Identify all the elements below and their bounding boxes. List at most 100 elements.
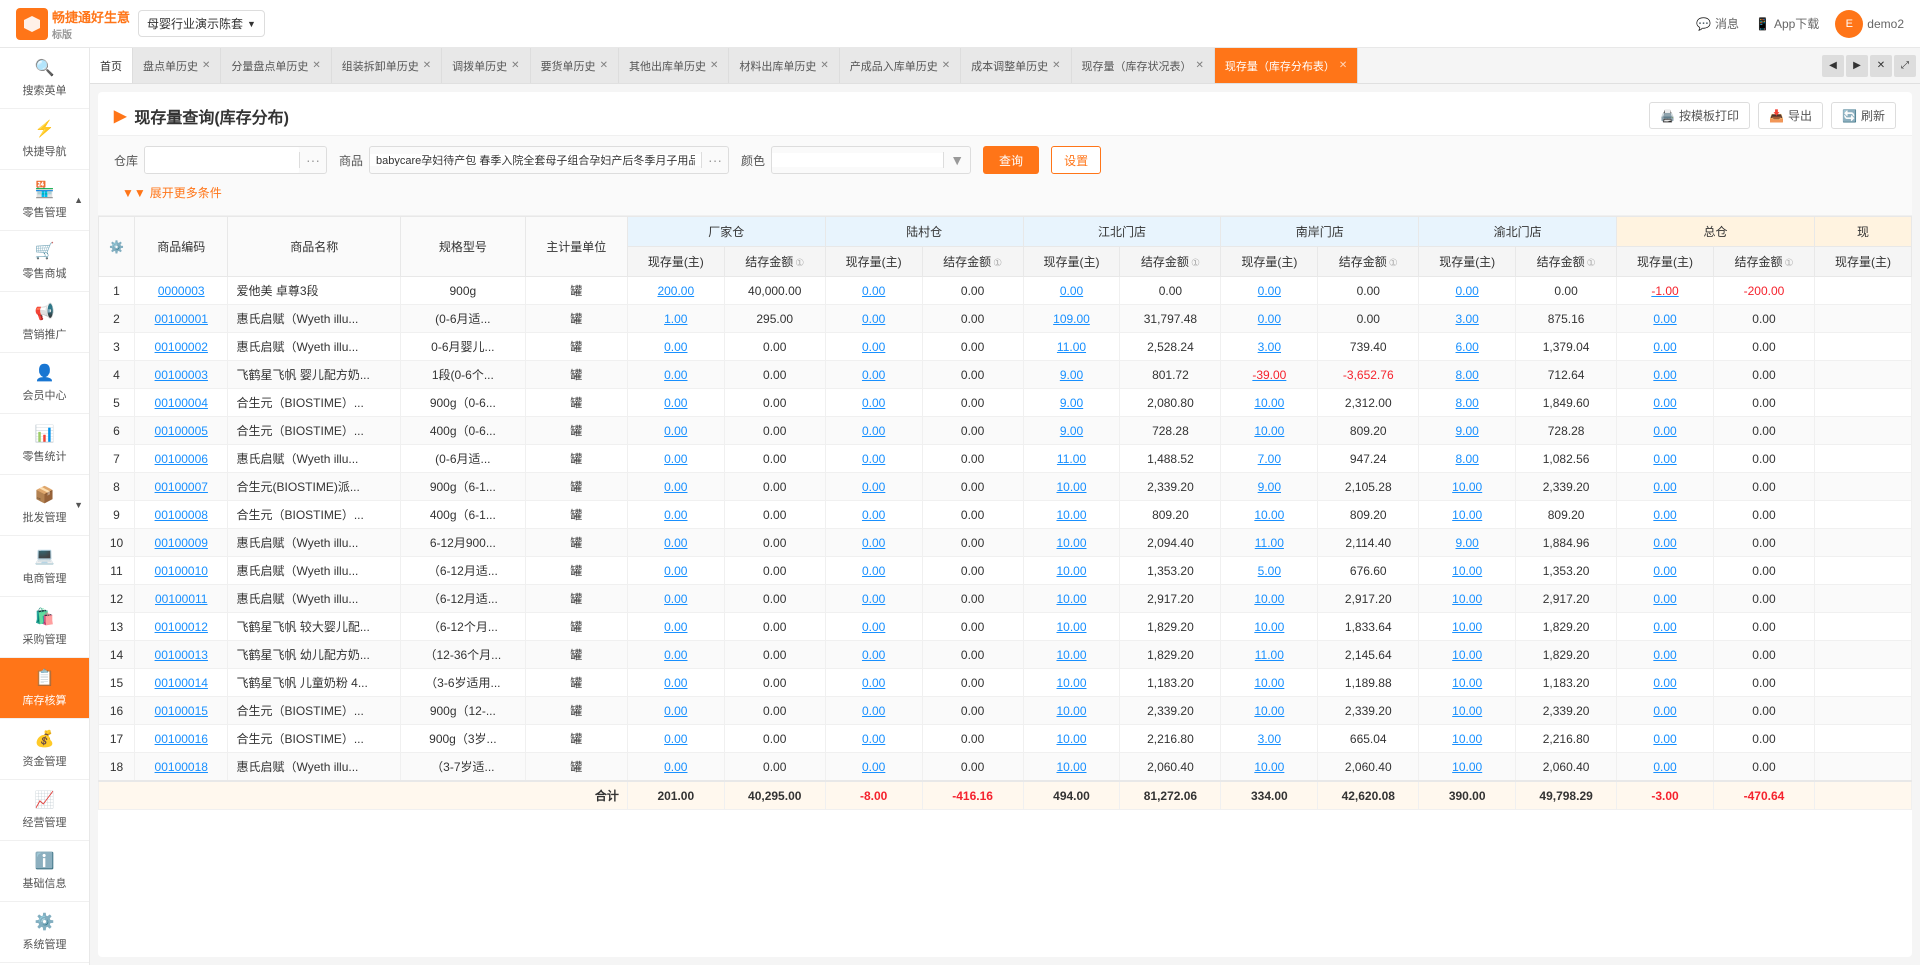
tab-close-btn[interactable]: ✕ bbox=[1870, 55, 1892, 77]
sidebar-item-finance[interactable]: 💰 资金管理 bbox=[0, 719, 89, 780]
tab-home-label: 首页 bbox=[100, 58, 122, 74]
sidebar-item-basic[interactable]: ℹ️ 基础信息 bbox=[0, 841, 89, 902]
td-z-qty: 0.00 bbox=[1617, 697, 1714, 725]
td-x-qty bbox=[1814, 277, 1911, 305]
color-dropdown-btn[interactable]: ▼ bbox=[943, 152, 970, 168]
sidebar-item-ecommerce[interactable]: 💻 电商管理 bbox=[0, 536, 89, 597]
logo-text: 畅捷通好生意 bbox=[52, 7, 130, 26]
td-total-y-amt: 49,798.29 bbox=[1516, 781, 1617, 810]
tab-stock-status[interactable]: 现存量（库存状况表） ✕ bbox=[1072, 48, 1215, 84]
td-l-amt: 0.00 bbox=[922, 697, 1023, 725]
td-code: 00100014 bbox=[135, 669, 228, 697]
tab-inventory-check[interactable]: 盘点单历史 ✕ bbox=[133, 48, 221, 84]
gear-icon[interactable]: ⚙️ bbox=[109, 240, 124, 254]
td-z-qty: 0.00 bbox=[1617, 613, 1714, 641]
close-icon[interactable]: ✕ bbox=[1339, 60, 1347, 71]
user-btn[interactable]: E demo2 bbox=[1835, 10, 1904, 38]
export-icon: 📥 bbox=[1769, 109, 1784, 123]
tab-other-out[interactable]: 其他出库单历史 ✕ bbox=[619, 48, 729, 84]
td-z-qty: 0.00 bbox=[1617, 557, 1714, 585]
td-name: 飞鹤星飞帆 幼儿配方奶... bbox=[228, 641, 401, 669]
sidebar-item-member[interactable]: 👤 会员中心 bbox=[0, 353, 89, 414]
close-icon[interactable]: ✕ bbox=[600, 60, 608, 71]
product-dots-btn[interactable]: ··· bbox=[701, 152, 728, 168]
td-n-qty: 10.00 bbox=[1221, 389, 1318, 417]
close-icon[interactable]: ✕ bbox=[1196, 60, 1204, 71]
message-btn[interactable]: 💬 消息 bbox=[1696, 15, 1739, 32]
info-icon[interactable]: ① bbox=[993, 258, 1002, 269]
tab-partial-check[interactable]: 分量盘点单历史 ✕ bbox=[221, 48, 331, 84]
store-selector[interactable]: 母婴行业演示陈套 ▼ bbox=[138, 10, 265, 37]
close-icon[interactable]: ✕ bbox=[312, 60, 320, 71]
sidebar-item-quicknav[interactable]: ⚡ 快捷导航 bbox=[0, 109, 89, 170]
info-icon[interactable]: ① bbox=[1389, 258, 1398, 269]
td-code: 00100008 bbox=[135, 501, 228, 529]
sidebar-item-search[interactable]: 🔍 搜索英单 bbox=[0, 48, 89, 109]
close-icon[interactable]: ✕ bbox=[710, 60, 718, 71]
settings-btn[interactable]: 设置 bbox=[1051, 146, 1101, 174]
close-icon[interactable]: ✕ bbox=[942, 60, 950, 71]
close-icon[interactable]: ✕ bbox=[202, 60, 210, 71]
tab-stock-dist[interactable]: 现存量（库存分布表） ✕ bbox=[1215, 48, 1358, 84]
sidebar-item-wholesale[interactable]: 📦 批发管理 ▼ bbox=[0, 475, 89, 536]
chevron-up-icon: ▲ bbox=[74, 195, 83, 205]
info-icon[interactable]: ① bbox=[1587, 258, 1596, 269]
td-j-amt: 0.00 bbox=[1120, 277, 1221, 305]
sidebar-item-retail-mgmt[interactable]: 🏪 零售管理 ▲ bbox=[0, 170, 89, 231]
expand-conditions-btn[interactable]: ▼▼ 展开更多条件 bbox=[114, 180, 230, 205]
quick-icon: ⚡ bbox=[35, 119, 55, 139]
tab-requisition[interactable]: 要货单历史 ✕ bbox=[531, 48, 619, 84]
tab-transfer[interactable]: 调拨单历史 ✕ bbox=[442, 48, 530, 84]
sidebar-item-purchase[interactable]: 🛍️ 采购管理 bbox=[0, 597, 89, 658]
color-input[interactable] bbox=[772, 153, 943, 167]
tab-home[interactable]: 首页 bbox=[90, 48, 133, 84]
td-z-qty: 0.00 bbox=[1617, 753, 1714, 782]
td-f-qty: 0.00 bbox=[627, 613, 724, 641]
th-gear[interactable]: ⚙️ bbox=[99, 217, 135, 277]
top-bar: 畅捷通好生意 标版 母婴行业演示陈套 ▼ 💬 消息 📱 App下载 E demo… bbox=[0, 0, 1920, 48]
sidebar-item-operations[interactable]: 📈 经营管理 bbox=[0, 780, 89, 841]
td-name: 惠氏启赋（Wyeth illu... bbox=[228, 585, 401, 613]
close-icon[interactable]: ✕ bbox=[511, 60, 519, 71]
td-n-amt: 1,833.64 bbox=[1318, 613, 1419, 641]
td-l-qty: 0.00 bbox=[825, 501, 922, 529]
td-name: 惠氏启赋（Wyeth illu... bbox=[228, 753, 401, 782]
warehouse-dots-btn[interactable]: ··· bbox=[299, 152, 326, 168]
info-icon[interactable]: ① bbox=[795, 258, 804, 269]
tab-cost-adjust[interactable]: 成本调整单历史 ✕ bbox=[961, 48, 1071, 84]
sidebar-item-system[interactable]: ⚙️ 系统管理 bbox=[0, 902, 89, 963]
tab-material-out[interactable]: 材料出库单历史 ✕ bbox=[729, 48, 839, 84]
print-btn[interactable]: 🖨️ 按模板打印 bbox=[1649, 102, 1750, 129]
refresh-btn[interactable]: 🔄 刷新 bbox=[1831, 102, 1896, 129]
td-total-l-qty: -8.00 bbox=[825, 781, 922, 810]
close-icon[interactable]: ✕ bbox=[1052, 60, 1060, 71]
td-total-x-qty bbox=[1814, 781, 1911, 810]
info-icon[interactable]: ① bbox=[1191, 258, 1200, 269]
sidebar-item-inventory[interactable]: 📋 库存核算 bbox=[0, 658, 89, 719]
td-seq: 8 bbox=[99, 473, 135, 501]
close-icon[interactable]: ✕ bbox=[423, 60, 431, 71]
sidebar-item-marketing[interactable]: 📢 营销推广 bbox=[0, 292, 89, 353]
query-btn[interactable]: 查询 bbox=[983, 146, 1039, 174]
sidebar-item-retail-mall[interactable]: 🛒 零售商城 bbox=[0, 231, 89, 292]
tab-expand-btn[interactable]: ⤢ bbox=[1894, 55, 1916, 77]
info-icon[interactable]: ① bbox=[1784, 258, 1793, 269]
product-input[interactable] bbox=[370, 154, 701, 166]
td-f-qty: 0.00 bbox=[627, 445, 724, 473]
tab-finished-in[interactable]: 产成品入库单历史 ✕ bbox=[840, 48, 961, 84]
td-x-qty bbox=[1814, 333, 1911, 361]
tab-next-btn[interactable]: ▶ bbox=[1846, 55, 1868, 77]
tab-assembly[interactable]: 组装拆卸单历史 ✕ bbox=[332, 48, 442, 84]
warehouse-input[interactable] bbox=[145, 146, 299, 174]
sidebar-item-retail-stats[interactable]: 📊 零售统计 bbox=[0, 414, 89, 475]
td-l-qty: 0.00 bbox=[825, 305, 922, 333]
td-y-qty: 10.00 bbox=[1419, 641, 1516, 669]
close-icon[interactable]: ✕ bbox=[820, 60, 828, 71]
tab-prev-btn[interactable]: ◀ bbox=[1822, 55, 1844, 77]
app-download-btn[interactable]: 📱 App下载 bbox=[1755, 15, 1819, 32]
td-l-qty: 0.00 bbox=[825, 333, 922, 361]
export-btn[interactable]: 📥 导出 bbox=[1758, 102, 1823, 129]
td-z-amt: 0.00 bbox=[1714, 445, 1815, 473]
table-container[interactable]: ⚙️ 商品编码 商品名称 规格型号 主计量单位 厂家仓 陆村仓 江北门店 南岸门… bbox=[98, 216, 1912, 957]
td-name: 合生元(BIOSTIME)派... bbox=[228, 473, 401, 501]
